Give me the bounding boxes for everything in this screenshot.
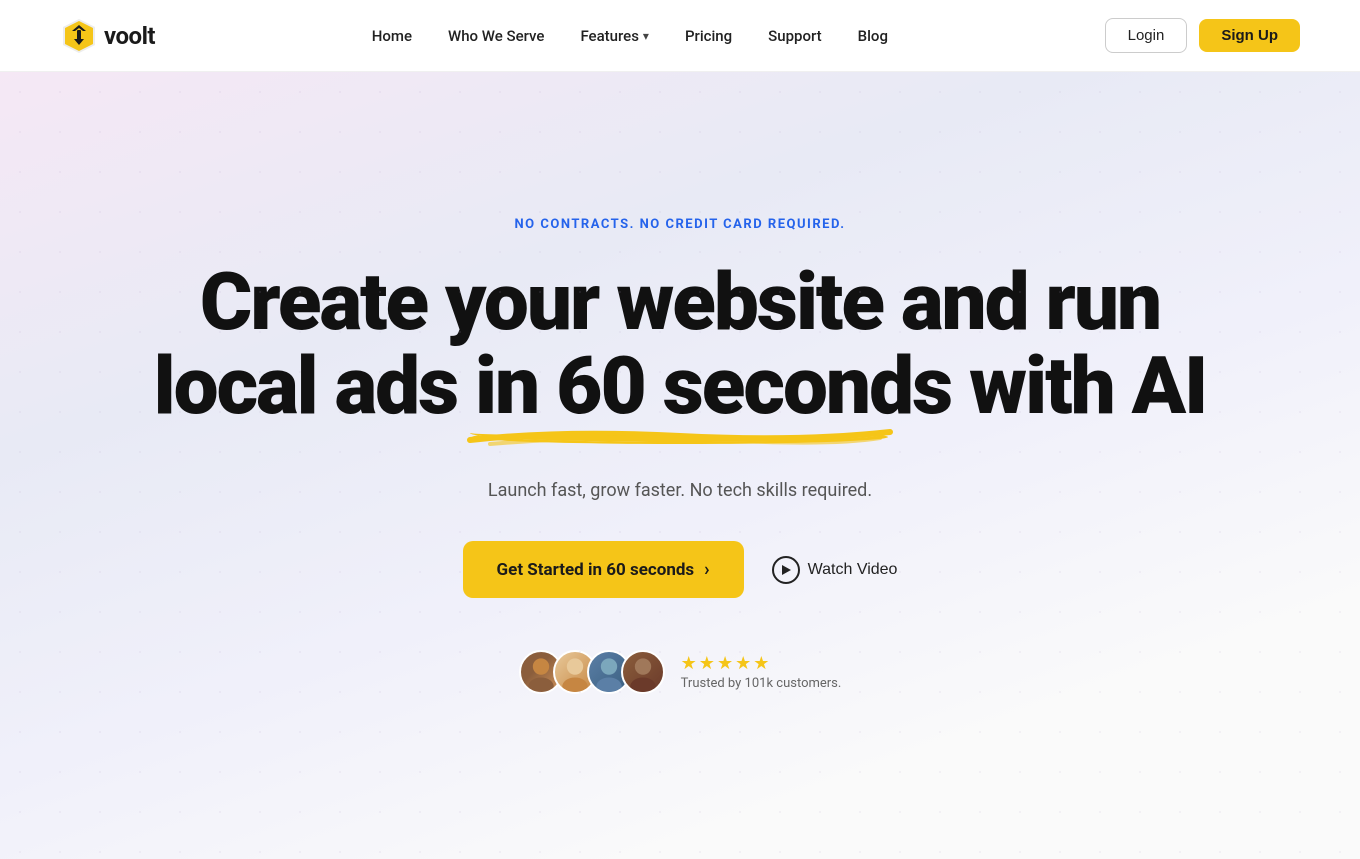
logo-icon [60,17,98,55]
hero-title-line1: Create your website and run [200,255,1160,349]
nav-features[interactable]: Features ▾ [580,27,649,45]
nav-support[interactable]: Support [768,27,821,45]
star-1: ★ [681,653,697,674]
signup-button[interactable]: Sign Up [1199,19,1300,52]
nav-blog[interactable]: Blog [858,27,888,45]
main-nav: Home Who We Serve Features ▾ Pricing Sup… [372,27,888,45]
star-5: ★ [753,653,769,674]
nav-who-we-serve[interactable]: Who We Serve [448,27,544,45]
play-triangle-icon [782,565,791,575]
nav-pricing[interactable]: Pricing [685,27,732,45]
swoosh-decoration [460,424,900,448]
logo-wordmark: voolt [104,22,155,50]
nav-home[interactable]: Home [372,27,412,45]
hero-section: NO CONTRACTS. NO CREDIT CARD REQUIRED. C… [0,72,1360,859]
star-2: ★ [699,653,715,674]
logo[interactable]: voolt [60,17,155,55]
hero-subtitle: Launch fast, grow faster. No tech skills… [488,480,872,501]
trusted-text: Trusted by 101k customers. [681,676,842,691]
stars-row: ★ ★ ★ ★ ★ [681,653,770,674]
login-button[interactable]: Login [1105,18,1188,53]
social-proof-text: ★ ★ ★ ★ ★ Trusted by 101k customers. [681,653,842,691]
hero-title-line2: local ads in 60 seconds with AI [154,344,1207,428]
avatar [621,650,665,694]
header-actions: Login Sign Up [1105,18,1300,53]
hero-title: Create your website and run local ads in… [154,260,1207,428]
header: voolt Home Who We Serve Features ▾ Prici… [0,0,1360,72]
features-chevron-icon: ▾ [643,29,649,43]
watch-video-button[interactable]: Watch Video [772,556,898,584]
arrow-right-icon: › [704,559,709,580]
star-4: ★ [735,653,751,674]
avatar-stack [519,650,665,694]
get-started-button[interactable]: Get Started in 60 seconds › [463,541,744,598]
social-proof: ★ ★ ★ ★ ★ Trusted by 101k customers. [519,650,842,694]
hero-eyebrow: NO CONTRACTS. NO CREDIT CARD REQUIRED. [515,217,846,232]
play-circle-icon [772,556,800,584]
star-3: ★ [717,653,733,674]
hero-cta-row: Get Started in 60 seconds › Watch Video [463,541,898,598]
